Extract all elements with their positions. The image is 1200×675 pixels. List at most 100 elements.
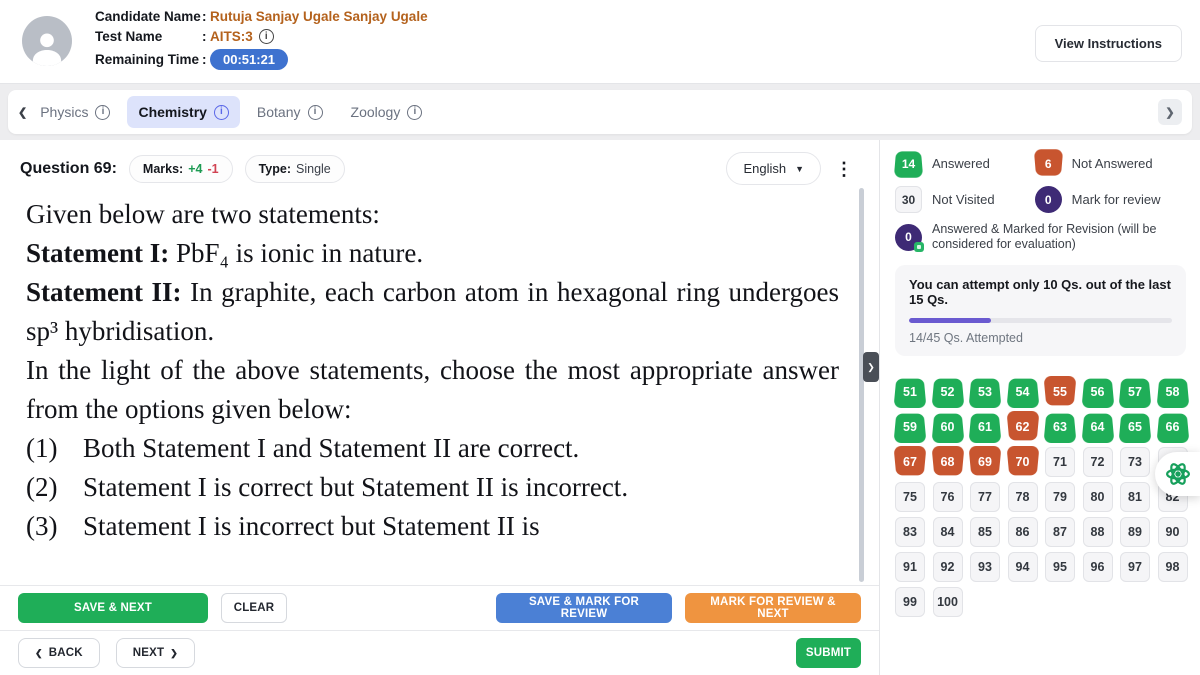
tab-scroll-left-icon[interactable]: ❮	[18, 106, 27, 119]
legend-shape-review: 0	[1034, 186, 1062, 213]
legend-count: 0	[1044, 192, 1052, 207]
info-icon[interactable]	[213, 104, 229, 120]
palette-cell-96[interactable]: 96	[1082, 552, 1113, 582]
palette-cell-92[interactable]: 92	[932, 552, 963, 582]
cell-number: 71	[1053, 455, 1067, 469]
palette-cell-66[interactable]: 66	[1156, 412, 1189, 444]
palette-cell-51[interactable]: 51	[893, 377, 927, 409]
cell-number: 97	[1128, 560, 1142, 574]
next-button[interactable]: NEXT ❯	[115, 638, 196, 668]
save-mark-review-button[interactable]: SAVE & MARK FOR REVIEW	[496, 593, 672, 623]
palette-cell-90[interactable]: 90	[1157, 517, 1188, 547]
attempt-notice: You can attempt only 10 Qs. out of the l…	[909, 277, 1171, 307]
legend-label: Mark for review	[1071, 192, 1161, 207]
palette-cell-95[interactable]: 95	[1045, 552, 1075, 582]
palette-cell-70[interactable]: 70	[1006, 445, 1039, 477]
palette-cell-58[interactable]: 58	[1156, 377, 1189, 409]
palette-cell-91[interactable]: 91	[895, 552, 925, 582]
palette-cell-94[interactable]: 94	[1007, 552, 1038, 582]
tab-zoology[interactable]: Zoology	[340, 96, 434, 128]
cell-number: 77	[978, 490, 992, 504]
tab-chemistry[interactable]: Chemistry	[127, 96, 240, 128]
palette-cell-63[interactable]: 63	[1043, 412, 1077, 444]
candidate-info: Candidate Name : Rutuja Sanjay Ugale San…	[95, 9, 428, 70]
type-label: Type:	[258, 161, 292, 176]
palette-cell-62[interactable]: 62	[1006, 410, 1039, 442]
question-scrollbar[interactable]	[859, 188, 864, 582]
palette-cell-99[interactable]: 99	[895, 587, 925, 617]
cell-number: 80	[1090, 490, 1105, 504]
remaining-time-label: Remaining Time	[95, 52, 200, 67]
palette-cell-56[interactable]: 56	[1081, 377, 1114, 409]
cell-number: 57	[1128, 385, 1142, 399]
cell-number: 62	[1015, 420, 1030, 434]
status-legend: 14 Answered 6 Not Answered 30 Not Visited 0 Mar…	[893, 149, 1186, 252]
palette-cell-81[interactable]: 81	[1120, 482, 1150, 512]
palette-cell-88[interactable]: 88	[1082, 517, 1113, 547]
cell-number: 100	[937, 595, 958, 609]
save-next-button[interactable]: SAVE & NEXT	[18, 593, 208, 623]
palette-cell-67[interactable]: 67	[893, 445, 927, 477]
palette-cell-84[interactable]: 84	[932, 517, 963, 547]
tab-scroll-right-icon[interactable]: ❯	[1158, 99, 1182, 125]
palette-cell-79[interactable]: 79	[1045, 482, 1075, 512]
palette-cell-57[interactable]: 57	[1118, 377, 1152, 409]
palette-cell-52[interactable]: 52	[931, 377, 964, 409]
palette-cell-69[interactable]: 69	[968, 445, 1002, 477]
palette-cell-93[interactable]: 93	[970, 552, 1000, 582]
palette-cell-73[interactable]: 73	[1120, 447, 1150, 477]
cell-number: 73	[1128, 455, 1142, 469]
cell-number: 90	[1165, 525, 1180, 539]
palette-cell-71[interactable]: 71	[1045, 447, 1075, 477]
palette-cell-54[interactable]: 54	[1006, 377, 1039, 409]
back-button[interactable]: ❮ BACK	[18, 638, 100, 668]
chevron-right-icon: ❯	[170, 647, 179, 658]
palette-cell-72[interactable]: 72	[1082, 447, 1113, 477]
palette-cell-89[interactable]: 89	[1120, 517, 1150, 547]
cell-number: 84	[940, 525, 955, 539]
kebab-menu-icon[interactable]: ⋮	[835, 160, 853, 178]
cell-number: 85	[978, 525, 992, 539]
info-icon[interactable]	[407, 104, 423, 120]
palette-cell-83[interactable]: 83	[895, 517, 925, 547]
language-dropdown[interactable]: English ▼	[726, 152, 821, 185]
brand-pill[interactable]	[1155, 452, 1200, 496]
candidate-name-label: Candidate Name	[95, 9, 201, 24]
palette-cell-64[interactable]: 64	[1081, 412, 1114, 444]
attempt-progress-track	[909, 318, 1172, 323]
statement-1-text: PbF₄ is ionic in nature.	[169, 238, 424, 268]
palette-cell-53[interactable]: 53	[968, 377, 1002, 409]
info-icon[interactable]	[307, 104, 323, 120]
palette-cell-60[interactable]: 60	[931, 412, 964, 444]
palette-cell-86[interactable]: 86	[1007, 517, 1038, 547]
palette-cell-98[interactable]: 98	[1157, 552, 1188, 582]
palette-cell-87[interactable]: 87	[1045, 517, 1075, 547]
tab-physics[interactable]: Physics	[29, 96, 121, 128]
palette-cell-100[interactable]: 100	[932, 587, 963, 617]
collapse-panel-button[interactable]: ❯	[863, 352, 879, 382]
palette-cell-78[interactable]: 78	[1007, 482, 1038, 512]
palette-cell-85[interactable]: 85	[970, 517, 1000, 547]
palette-cell-59[interactable]: 59	[893, 412, 927, 444]
mark-review-next-button[interactable]: MARK FOR REVIEW & NEXT	[685, 593, 861, 623]
info-icon[interactable]	[95, 104, 111, 120]
palette-cell-65[interactable]: 65	[1118, 412, 1152, 444]
submit-button[interactable]: SUBMIT	[796, 638, 861, 668]
palette-cell-77[interactable]: 77	[970, 482, 1000, 512]
test-info-icon[interactable]	[258, 29, 274, 44]
palette-cell-76[interactable]: 76	[932, 482, 963, 512]
palette-cell-97[interactable]: 97	[1120, 552, 1150, 582]
legend-count: 6	[1044, 156, 1052, 171]
palette-cell-55[interactable]: 55	[1043, 375, 1077, 407]
cell-number: 86	[1015, 525, 1030, 539]
palette-cell-68[interactable]: 68	[931, 445, 964, 477]
palette-cell-75[interactable]: 75	[895, 482, 925, 512]
legend-count: 14	[901, 156, 916, 171]
tab-botany[interactable]: Botany	[246, 96, 334, 128]
palette-cell-80[interactable]: 80	[1082, 482, 1113, 512]
question-footer: SAVE & NEXT CLEAR SAVE & MARK FOR REVIEW…	[0, 585, 879, 675]
chevron-down-icon: ▼	[795, 163, 804, 174]
palette-cell-61[interactable]: 61	[968, 412, 1002, 444]
view-instructions-button[interactable]: View Instructions	[1034, 25, 1182, 62]
clear-button[interactable]: CLEAR	[221, 593, 287, 623]
